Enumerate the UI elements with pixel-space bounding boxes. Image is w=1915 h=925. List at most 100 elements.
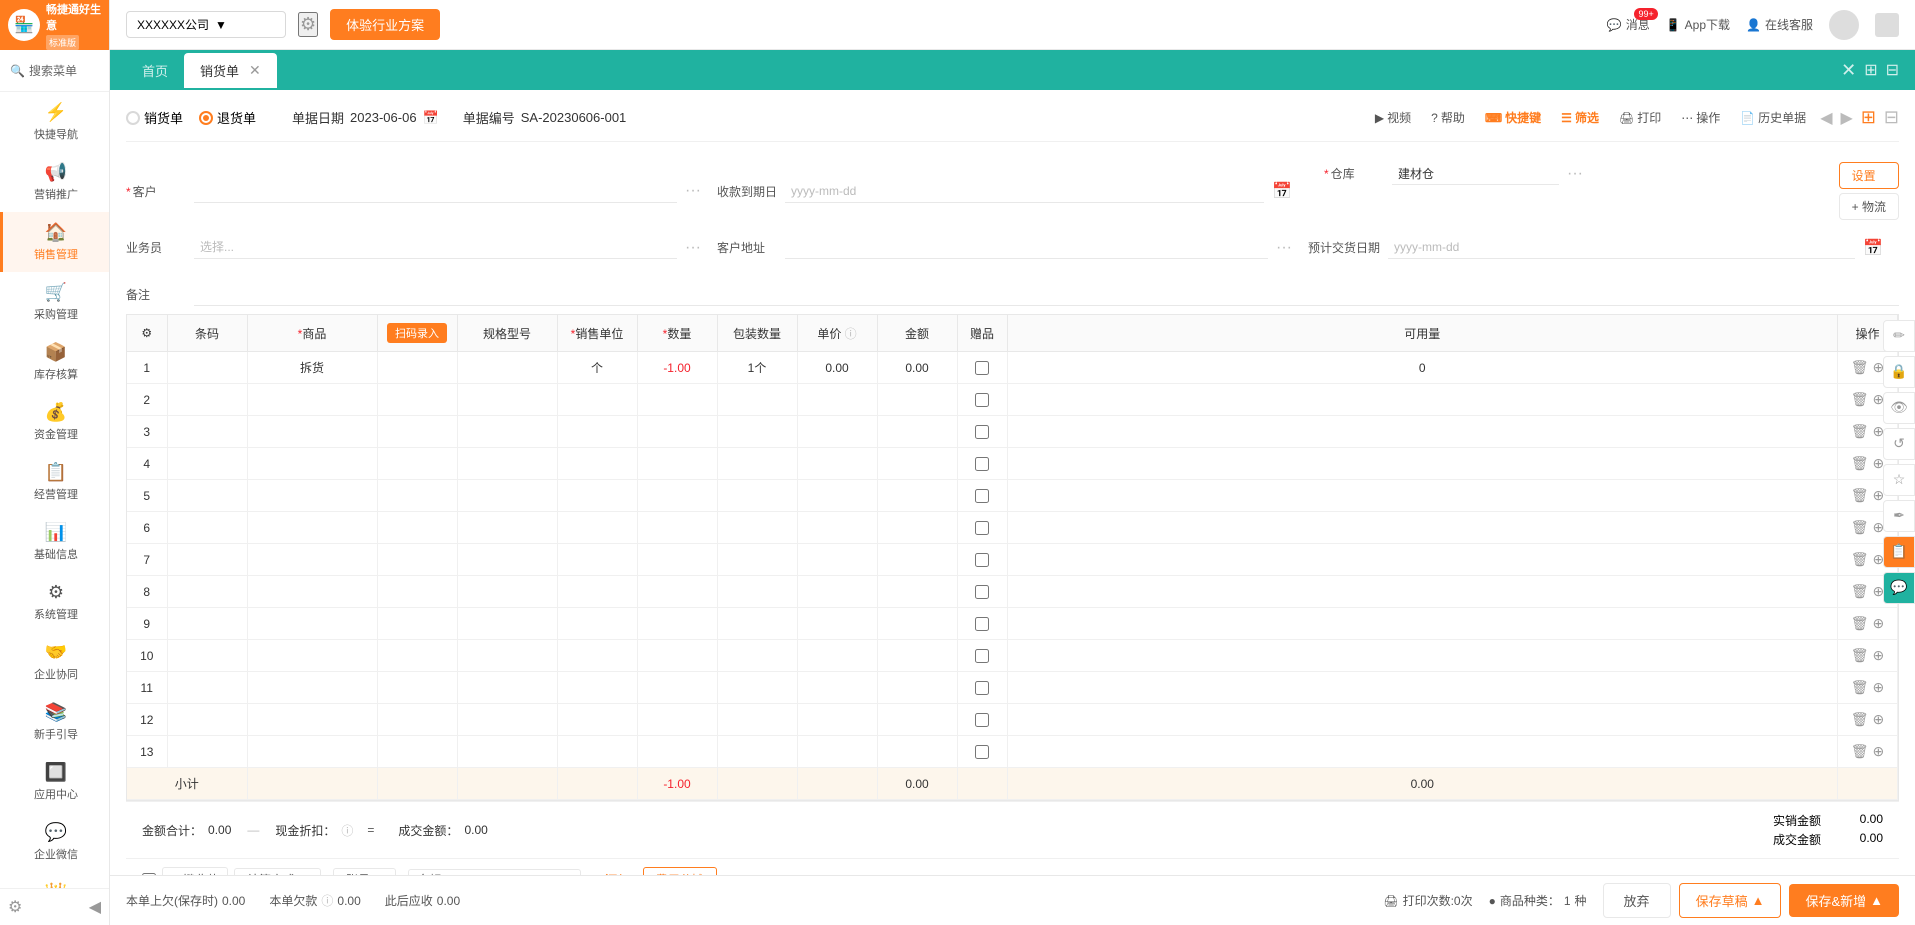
calendar-icon[interactable]: 📅 [423,110,439,126]
sidebar-item-basic[interactable]: 📊 基础信息 [0,512,109,572]
header-service-btn[interactable]: 👤 在线客服 [1746,16,1813,33]
sidebar-item-marketing[interactable]: 📢 营销推广 [0,152,109,212]
customer-input[interactable] [194,180,677,203]
cell-barcode[interactable] [167,640,247,672]
salesperson-input[interactable] [194,236,677,259]
shortcut-btn[interactable]: ⌨ 快捷键 [1479,106,1547,129]
more-options-btn[interactable] [1875,13,1899,37]
delete-row-btn[interactable]: 🗑 [1851,551,1869,568]
gift-checkbox[interactable] [975,425,989,439]
sidebar-item-quick-nav[interactable]: ⚡ 快捷导航 [0,92,109,152]
gift-checkbox[interactable] [975,457,989,471]
split-view-btn[interactable]: ⊟ [1884,107,1899,128]
delete-row-btn[interactable]: 🗑 [1851,647,1869,664]
float-teal-btn[interactable]: 💬 [1883,572,1915,604]
sidebar-item-system[interactable]: ⚙ 系统管理 [0,572,109,632]
cell-gift[interactable] [957,384,1007,416]
remark-input[interactable] [194,283,1899,306]
cell-barcode[interactable] [167,576,247,608]
gift-checkbox[interactable] [975,393,989,407]
delete-row-btn[interactable]: 🗑 [1851,583,1869,600]
delete-row-btn[interactable]: 🗑 [1851,455,1869,472]
sidebar-item-purchase[interactable]: 🛒 采购管理 [0,272,109,332]
tab-home[interactable]: 首页 [126,53,184,88]
cell-barcode[interactable] [167,512,247,544]
cell-gift[interactable] [957,352,1007,384]
cell-gift[interactable] [957,736,1007,768]
settings-btn[interactable]: 设置 [1839,162,1899,189]
warehouse-dots[interactable]: ··· [1567,165,1583,183]
cell-gift[interactable] [957,448,1007,480]
customer-addr-input[interactable] [785,236,1268,259]
sidebar-item-guide[interactable]: 📚 新手引导 [0,692,109,752]
float-lock-btn[interactable]: 🔒 [1883,356,1915,388]
cell-gift[interactable] [957,512,1007,544]
cell-barcode[interactable] [167,352,247,384]
float-pencil-btn[interactable]: ✒ [1883,500,1915,532]
next-record-btn[interactable]: ▶ [1841,108,1853,128]
sidebar-item-finance[interactable]: 💰 资金管理 [0,392,109,452]
float-refresh-btn[interactable]: ↺ [1883,428,1915,460]
radio-return[interactable]: 退货单 [199,108,256,127]
sidebar-item-inventory[interactable]: 📦 库存核算 [0,332,109,392]
video-btn[interactable]: ▶ 视频 [1369,106,1417,129]
copy-row-btn[interactable]: ⊕ [1873,679,1885,696]
history-btn[interactable]: 📄 历史单据 [1734,106,1812,129]
payment-due-cal-icon[interactable]: 📅 [1272,181,1292,201]
trial-btn[interactable]: 体验行业方案 [330,9,440,40]
gift-checkbox[interactable] [975,489,989,503]
sidebar-item-appstore[interactable]: 🔲 应用中心 [0,752,109,812]
warehouse-input[interactable] [1392,162,1559,185]
account-select[interactable]: 账号 [333,868,396,876]
discount-info-icon[interactable]: ⓘ [341,822,353,839]
copy-row-btn[interactable]: ⊕ [1873,615,1885,632]
cell-barcode[interactable] [167,448,247,480]
copy-row-btn[interactable]: ⊕ [1873,647,1885,664]
delete-row-btn[interactable]: 🗑 [1851,743,1869,760]
delete-row-btn[interactable]: 🗑 [1851,711,1869,728]
cell-barcode[interactable] [167,384,247,416]
gift-checkbox[interactable] [975,361,989,375]
search-menu-btn[interactable]: 🔍 搜索菜单 [6,58,103,83]
copy-row-btn[interactable]: ⊕ [1873,743,1885,760]
price-info-icon[interactable]: ⓘ [845,327,857,341]
goods-kind[interactable]: ● 商品种类： 1 种 [1489,892,1587,909]
cell-barcode[interactable] [167,480,247,512]
radio-sales[interactable]: 销货单 [126,108,183,127]
one-click-btn[interactable]: 一键收款 [162,867,228,875]
tab-sales-order[interactable]: 销货单 ✕ [184,53,277,88]
customer-addr-dots[interactable]: ··· [1276,239,1292,257]
customer-dots[interactable]: ··· [685,182,701,200]
panel-split-btn[interactable]: ⊟ [1886,60,1899,80]
gift-checkbox[interactable] [975,553,989,567]
delete-row-btn[interactable]: 🗑 [1851,615,1869,632]
header-app-btn[interactable]: 📱 App下载 [1666,16,1730,33]
gift-checkbox[interactable] [975,681,989,695]
delete-row-btn[interactable]: 🗑 [1851,423,1869,440]
scan-btn[interactable]: 扫码录入 [387,323,447,343]
header-settings-btn[interactable]: ⚙ [298,12,318,37]
cell-gift[interactable] [957,576,1007,608]
gift-checkbox[interactable] [975,585,989,599]
cell-gift[interactable] [957,608,1007,640]
sidebar-item-business[interactable]: 📋 经营管理 [0,452,109,512]
cell-gift[interactable] [957,544,1007,576]
gift-checkbox[interactable] [975,521,989,535]
delete-row-btn[interactable]: 🗑 [1851,391,1869,408]
cell-barcode[interactable] [167,416,247,448]
float-edit-btn[interactable]: ✏ [1883,320,1915,352]
tab-close-btn[interactable]: ✕ [249,62,261,79]
sidebar-settings-btn[interactable]: ⚙ [8,897,22,917]
panel-view-btn[interactable]: ⊞ [1864,60,1877,80]
help-btn[interactable]: ? 帮助 [1425,106,1471,129]
fee-split-btn[interactable]: 费用分摊 [643,867,717,875]
avatar[interactable] [1829,10,1859,40]
cell-barcode[interactable] [167,704,247,736]
prev-record-btn[interactable]: ◀ [1820,108,1832,128]
gift-checkbox[interactable] [975,745,989,759]
cell-gift[interactable] [957,672,1007,704]
float-star-btn[interactable]: ☆ [1883,464,1915,496]
close-panel-btn[interactable]: ✕ [1841,60,1856,81]
print-btn[interactable]: 🖨 打印 [1613,106,1667,129]
payment-method-select[interactable]: 结算方式 [234,868,321,876]
